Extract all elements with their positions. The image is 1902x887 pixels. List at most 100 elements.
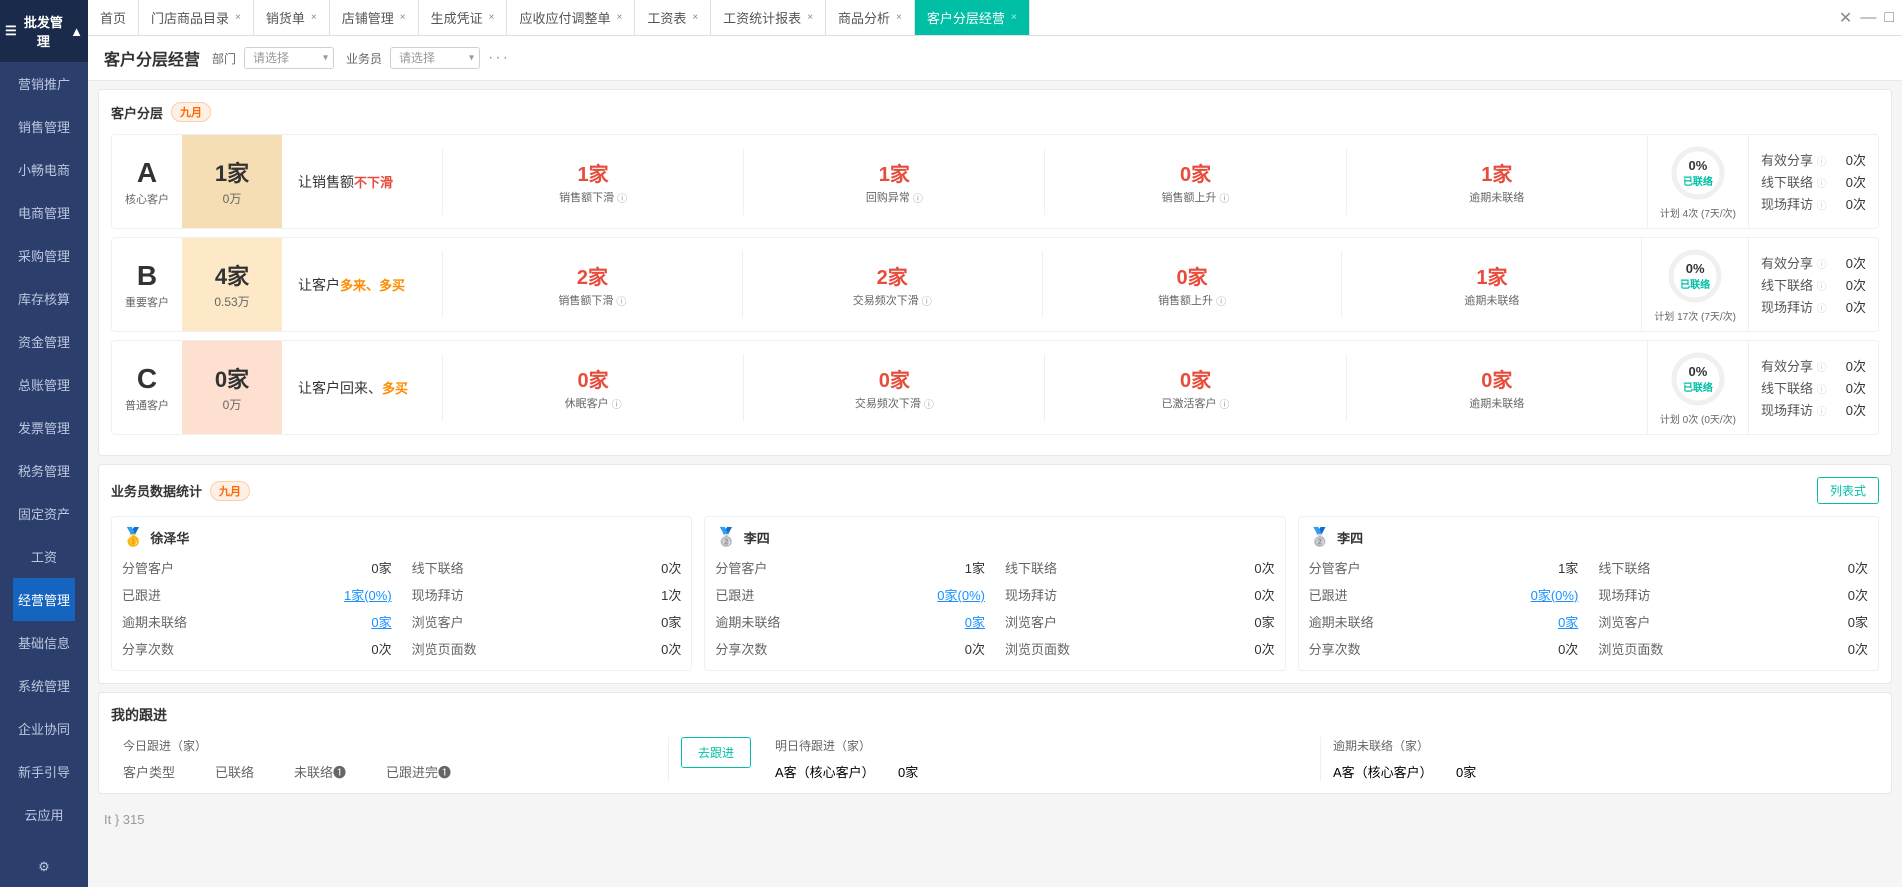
info-icon-B-1[interactable]: ⓘ xyxy=(922,293,932,308)
tier-stat-C-2[interactable]: 0家 已激活客户 ⓘ xyxy=(1044,354,1345,421)
sidebar-header[interactable]: ☰ 批发管理 ▲ xyxy=(0,0,88,62)
staff-filter: 业务员 请选择 ··· xyxy=(346,47,510,69)
right-stat-info-icon-C-0[interactable]: ⓘ xyxy=(1817,363,1827,374)
tier-amount-A: 0万 xyxy=(223,190,242,207)
tab-close-8[interactable]: × xyxy=(896,12,902,23)
dept-select-wrapper[interactable]: 请选择 xyxy=(244,47,334,69)
sidebar-item-5[interactable]: 库存核算 xyxy=(13,277,75,320)
tier-stat-B-1[interactable]: 2家 交易频次下滑 ⓘ xyxy=(742,251,1042,318)
sidebar-item-7[interactable]: 总账管理 xyxy=(13,363,75,406)
sidebar-item-1[interactable]: 销售管理 xyxy=(13,105,75,148)
staff-stat-value-left-0-4[interactable]: 0家 xyxy=(371,612,391,631)
tier-stat-C-3[interactable]: 0家 逾期未联络 xyxy=(1346,354,1647,421)
tab-8[interactable]: 商品分析× xyxy=(826,0,915,35)
tab-close-9[interactable]: × xyxy=(1011,12,1017,23)
tier-right-stats-B: 有效分享 ⓘ0次线下联络 ⓘ0次现场拜访 ⓘ0次 xyxy=(1748,238,1878,331)
staff-stat-label-left-1-6: 分享次数 xyxy=(715,639,767,658)
sidebar-item-15[interactable]: 企业协同 xyxy=(13,707,75,750)
maximize-button[interactable]: □ xyxy=(1884,9,1894,27)
info-icon-B-0[interactable]: ⓘ xyxy=(616,293,626,308)
tab-6[interactable]: 工资表× xyxy=(635,0,711,35)
stat-label-B-1: 交易频次下滑 ⓘ xyxy=(853,292,932,308)
tier-stat-C-0[interactable]: 0家 休眠客户 ⓘ xyxy=(442,354,743,421)
follow-button[interactable]: 去跟进 xyxy=(681,737,751,768)
info-icon-C-1[interactable]: ⓘ xyxy=(924,396,934,411)
sidebar-item-14[interactable]: 系统管理 xyxy=(13,664,75,707)
staff-name-0: 徐泽华 xyxy=(150,528,189,547)
dept-select[interactable]: 请选择 xyxy=(244,47,334,69)
tier-stat-B-0[interactable]: 2家 销售额下滑 ⓘ xyxy=(442,251,742,318)
tab-close-6[interactable]: × xyxy=(692,12,698,23)
tab-5[interactable]: 应收应付调整单× xyxy=(507,0,635,35)
tab-close-3[interactable]: × xyxy=(400,12,406,23)
list-view-button[interactable]: 列表式 xyxy=(1817,477,1879,504)
tab-9[interactable]: 客户分层经营× xyxy=(915,0,1030,35)
sidebar-item-0[interactable]: 营销推广 xyxy=(13,62,75,105)
tab-7[interactable]: 工资统计报表× xyxy=(711,0,826,35)
staff-stat-value-left-2-2[interactable]: 0家(0%) xyxy=(1531,585,1579,604)
sidebar-item-16[interactable]: 新手引导 xyxy=(13,750,75,793)
close-all-button[interactable]: ✕ xyxy=(1839,8,1852,28)
staff-select[interactable]: 请选择 xyxy=(390,47,480,69)
staff-stat-value-left-1-4[interactable]: 0家 xyxy=(965,612,985,631)
more-options-button[interactable]: ··· xyxy=(488,49,510,67)
info-icon-A-2[interactable]: ⓘ xyxy=(1220,190,1230,205)
info-icon-C-2[interactable]: ⓘ xyxy=(1220,396,1230,411)
right-stat-info-icon-A-0[interactable]: ⓘ xyxy=(1817,157,1827,168)
sidebar-item-2[interactable]: 小畅电商 xyxy=(13,148,75,191)
sidebar-item-12[interactable]: 经营管理 xyxy=(13,578,75,621)
right-stat-info-icon-C-1[interactable]: ⓘ xyxy=(1817,385,1827,396)
staff-stat-value-right-2-6: 0次 xyxy=(1848,639,1868,658)
sidebar-item-6[interactable]: 资金管理 xyxy=(13,320,75,363)
tab-2[interactable]: 销货单× xyxy=(254,0,330,35)
sidebar-item-3[interactable]: 电商管理 xyxy=(13,191,75,234)
staff-stat-label-right-0-6: 浏览页面数 xyxy=(412,639,477,658)
tier-stat-B-2[interactable]: 0家 销售额上升 ⓘ xyxy=(1042,251,1342,318)
overdue-follow-col: 逾期未联络（家） A客（核心客户） 0家 xyxy=(1321,737,1879,781)
sidebar-item-13[interactable]: 基础信息 xyxy=(13,621,75,664)
sidebar-item-11[interactable]: 工资 xyxy=(13,535,75,578)
info-icon-A-0[interactable]: ⓘ xyxy=(617,190,627,205)
tier-stat-A-0[interactable]: 1家 销售额下滑 ⓘ xyxy=(442,148,743,215)
tab-close-2[interactable]: × xyxy=(311,12,317,23)
staff-stat-value-right-0-6: 0次 xyxy=(661,639,681,658)
sidebar-item-4[interactable]: 采购管理 xyxy=(13,234,75,277)
staff-stat-value-left-2-4[interactable]: 0家 xyxy=(1558,612,1578,631)
tier-stats-C: 0家 休眠客户 ⓘ0家 交易频次下滑 ⓘ0家 已激活客户 ⓘ0家 逾期未联络 xyxy=(442,341,1647,434)
tier-count-block-B[interactable]: 4家0.53万 xyxy=(182,238,282,331)
staff-select-wrapper[interactable]: 请选择 xyxy=(390,47,480,69)
staff-stat-value-left-0-2[interactable]: 1家(0%) xyxy=(344,585,392,604)
right-stat-info-icon-B-1[interactable]: ⓘ xyxy=(1817,282,1827,293)
right-stat-info-icon-B-2[interactable]: ⓘ xyxy=(1817,304,1827,315)
right-stat-info-icon-A-2[interactable]: ⓘ xyxy=(1817,201,1827,212)
tier-stat-A-3[interactable]: 1家 逾期未联络 xyxy=(1346,148,1647,215)
tier-stat-A-2[interactable]: 0家 销售额上升 ⓘ xyxy=(1044,148,1345,215)
tier-count-block-A[interactable]: 1家0万 xyxy=(182,135,282,228)
tier-stat-A-1[interactable]: 1家 回购异常 ⓘ xyxy=(743,148,1044,215)
right-stat-info-icon-C-2[interactable]: ⓘ xyxy=(1817,407,1827,418)
info-icon-A-1[interactable]: ⓘ xyxy=(913,190,923,205)
right-stat-info-icon-B-0[interactable]: ⓘ xyxy=(1817,260,1827,271)
tab-0[interactable]: 首页 xyxy=(88,0,139,35)
info-icon-C-0[interactable]: ⓘ xyxy=(612,396,622,411)
staff-stat-value-left-1-2[interactable]: 0家(0%) xyxy=(937,585,985,604)
tier-stat-C-1[interactable]: 0家 交易频次下滑 ⓘ xyxy=(743,354,1044,421)
tab-1[interactable]: 门店商品目录× xyxy=(139,0,254,35)
right-stat-value-A-0: 0次 xyxy=(1846,150,1866,169)
tier-stat-B-3[interactable]: 1家 逾期未联络 xyxy=(1341,251,1641,318)
minimize-button[interactable]: — xyxy=(1860,9,1876,27)
right-stat-info-icon-A-1[interactable]: ⓘ xyxy=(1817,179,1827,190)
tab-close-1[interactable]: × xyxy=(235,12,241,23)
tab-close-4[interactable]: × xyxy=(489,12,495,23)
sidebar-item-17[interactable]: 云应用 xyxy=(13,793,75,836)
tier-count-block-C[interactable]: 0家0万 xyxy=(182,341,282,434)
sidebar-item-8[interactable]: 发票管理 xyxy=(13,406,75,449)
tab-3[interactable]: 店铺管理× xyxy=(330,0,419,35)
sidebar-item-10[interactable]: 固定资产 xyxy=(13,492,75,535)
info-icon-B-2[interactable]: ⓘ xyxy=(1216,293,1226,308)
tab-close-7[interactable]: × xyxy=(807,12,813,23)
sidebar-item-9[interactable]: 税务管理 xyxy=(13,449,75,492)
tab-4[interactable]: 生成凭证× xyxy=(419,0,508,35)
sidebar-footer[interactable]: ⚙ xyxy=(0,847,88,887)
tab-close-5[interactable]: × xyxy=(616,12,622,23)
